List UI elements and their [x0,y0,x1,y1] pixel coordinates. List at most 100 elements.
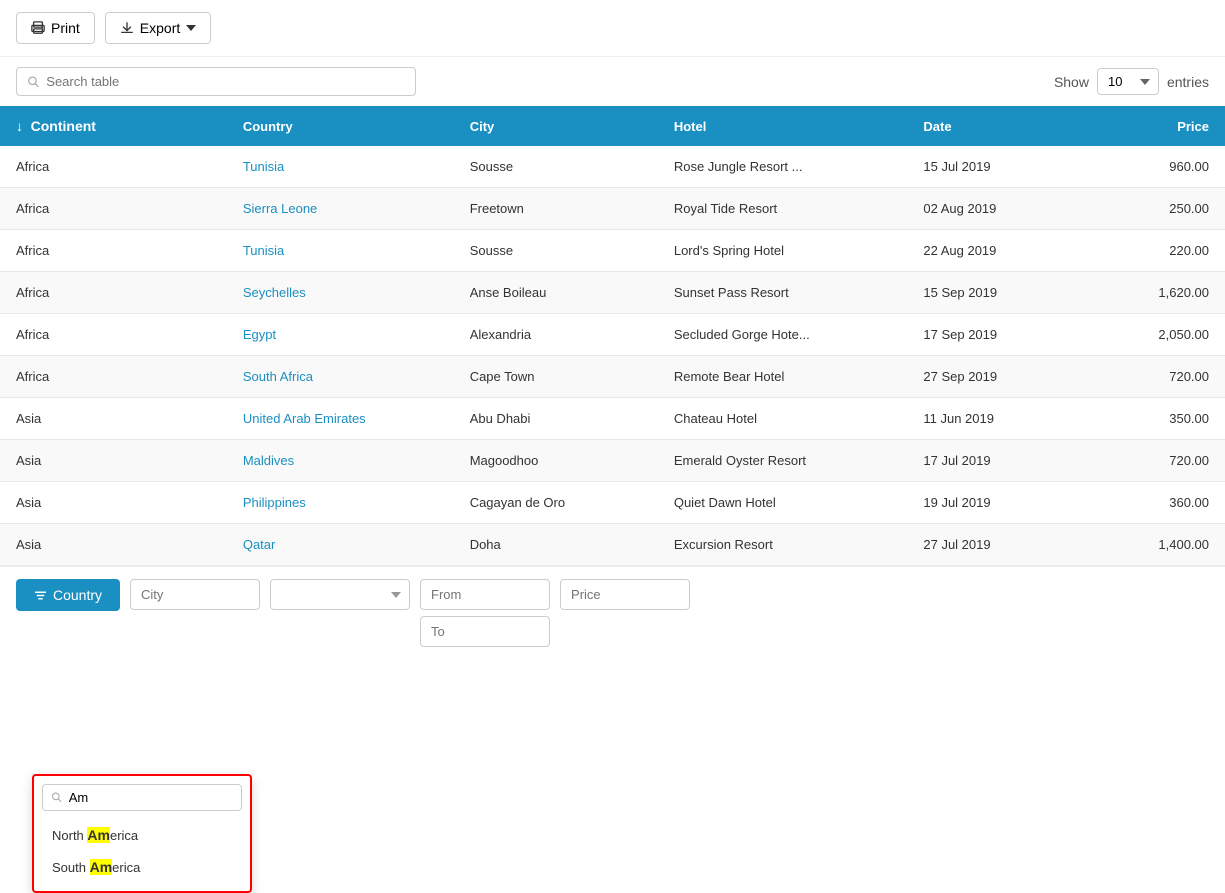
cell-country: Qatar [227,524,454,566]
date-to-input[interactable] [420,616,550,647]
cell-continent: Asia [0,482,227,524]
cell-date: 27 Jul 2019 [907,524,1077,566]
cell-continent: Asia [0,440,227,482]
cell-price: 2,050.00 [1078,314,1225,356]
table-header-row: ↓ Continent Country City Hotel Date Pric… [0,106,1225,146]
search-entries-row: Show 10 25 50 100 entries [0,57,1225,106]
cell-hotel: Emerald Oyster Resort [658,440,908,482]
cell-price: 350.00 [1078,398,1225,440]
cell-hotel: Excursion Resort [658,524,908,566]
table-row: Africa Tunisia Sousse Lord's Spring Hote… [0,230,1225,272]
cell-continent: Africa [0,188,227,230]
dropdown-search-input[interactable] [69,790,233,805]
cell-continent: Asia [0,398,227,440]
cell-city: Sousse [454,146,658,188]
city-filter-input[interactable] [130,579,260,610]
cell-date: 27 Sep 2019 [907,356,1077,398]
export-chevron-icon [186,25,196,31]
col-price[interactable]: Price [1078,106,1225,146]
cell-date: 15 Jul 2019 [907,146,1077,188]
search-box-container [16,67,416,96]
print-label: Print [51,20,80,36]
dropdown-item-south-america[interactable]: South America [42,851,242,883]
cell-country: Egypt [227,314,454,356]
cell-date: 17 Sep 2019 [907,314,1077,356]
show-entries-container: Show 10 25 50 100 entries [1054,68,1209,95]
search-input[interactable] [46,74,405,89]
table-row: Africa South Africa Cape Town Remote Bea… [0,356,1225,398]
cell-continent: Africa [0,230,227,272]
print-button[interactable]: Print [16,12,95,44]
cell-country: Seychelles [227,272,454,314]
cell-date: 15 Sep 2019 [907,272,1077,314]
dropdown-item-north-america[interactable]: North America [42,819,242,851]
cell-price: 1,400.00 [1078,524,1225,566]
cell-price: 1,620.00 [1078,272,1225,314]
price-input[interactable] [560,579,690,610]
hotel-filter-select[interactable] [270,579,410,610]
filter-row: Country [0,566,1225,659]
continent-dropdown[interactable]: North America South America [32,774,252,893]
cell-city: Doha [454,524,658,566]
cell-city: Cagayan de Oro [454,482,658,524]
cell-city: Cape Town [454,356,658,398]
country-filter-button[interactable]: Country [16,579,120,611]
cell-hotel: Chateau Hotel [658,398,908,440]
cell-date: 17 Jul 2019 [907,440,1077,482]
cell-continent: Africa [0,314,227,356]
table-row: Asia United Arab Emirates Abu Dhabi Chat… [0,398,1225,440]
cell-continent: Asia [0,524,227,566]
price-filter [560,579,690,610]
export-label: Export [140,20,180,36]
table-row: Africa Egypt Alexandria Secluded Gorge H… [0,314,1225,356]
cell-price: 720.00 [1078,356,1225,398]
cell-country: Maldives [227,440,454,482]
col-country[interactable]: Country [227,106,454,146]
highlight-north-am: Am [87,827,110,843]
col-city[interactable]: City [454,106,658,146]
table-row: Africa Seychelles Anse Boileau Sunset Pa… [0,272,1225,314]
table-row: Asia Qatar Doha Excursion Resort 27 Jul … [0,524,1225,566]
highlight-south-am: Am [90,859,113,875]
cell-date: 19 Jul 2019 [907,482,1077,524]
cell-city: Sousse [454,230,658,272]
cell-hotel: Royal Tide Resort [658,188,908,230]
entries-select[interactable]: 10 25 50 100 [1097,68,1159,95]
main-table: ↓ Continent Country City Hotel Date Pric… [0,106,1225,566]
cell-city: Abu Dhabi [454,398,658,440]
cell-continent: Africa [0,272,227,314]
cell-country: Tunisia [227,146,454,188]
col-continent[interactable]: ↓ Continent [0,106,227,146]
cell-price: 720.00 [1078,440,1225,482]
table-row: Asia Maldives Magoodhoo Emerald Oyster R… [0,440,1225,482]
cell-country: Tunisia [227,230,454,272]
date-from-input[interactable] [420,579,550,610]
export-button[interactable]: Export [105,12,211,44]
col-date[interactable]: Date [907,106,1077,146]
cell-date: 02 Aug 2019 [907,188,1077,230]
cell-continent: Africa [0,356,227,398]
cell-city: Freetown [454,188,658,230]
table-container: ↓ Continent Country City Hotel Date Pric… [0,106,1225,566]
cell-price: 250.00 [1078,188,1225,230]
date-range-filter [420,579,550,647]
cell-date: 22 Aug 2019 [907,230,1077,272]
cell-country: South Africa [227,356,454,398]
cell-hotel: Sunset Pass Resort [658,272,908,314]
cell-price: 960.00 [1078,146,1225,188]
table-row: Asia Philippines Cagayan de Oro Quiet Da… [0,482,1225,524]
print-icon [31,21,45,35]
cell-country: Philippines [227,482,454,524]
cell-price: 360.00 [1078,482,1225,524]
table-row: Africa Sierra Leone Freetown Royal Tide … [0,188,1225,230]
cell-continent: Africa [0,146,227,188]
country-filter-label: Country [53,587,102,603]
filter-icon [34,589,47,602]
cell-hotel: Lord's Spring Hotel [658,230,908,272]
cell-price: 220.00 [1078,230,1225,272]
cell-hotel: Secluded Gorge Hote... [658,314,908,356]
cell-hotel: Rose Jungle Resort ... [658,146,908,188]
cell-country: United Arab Emirates [227,398,454,440]
col-hotel[interactable]: Hotel [658,106,908,146]
cell-country: Sierra Leone [227,188,454,230]
